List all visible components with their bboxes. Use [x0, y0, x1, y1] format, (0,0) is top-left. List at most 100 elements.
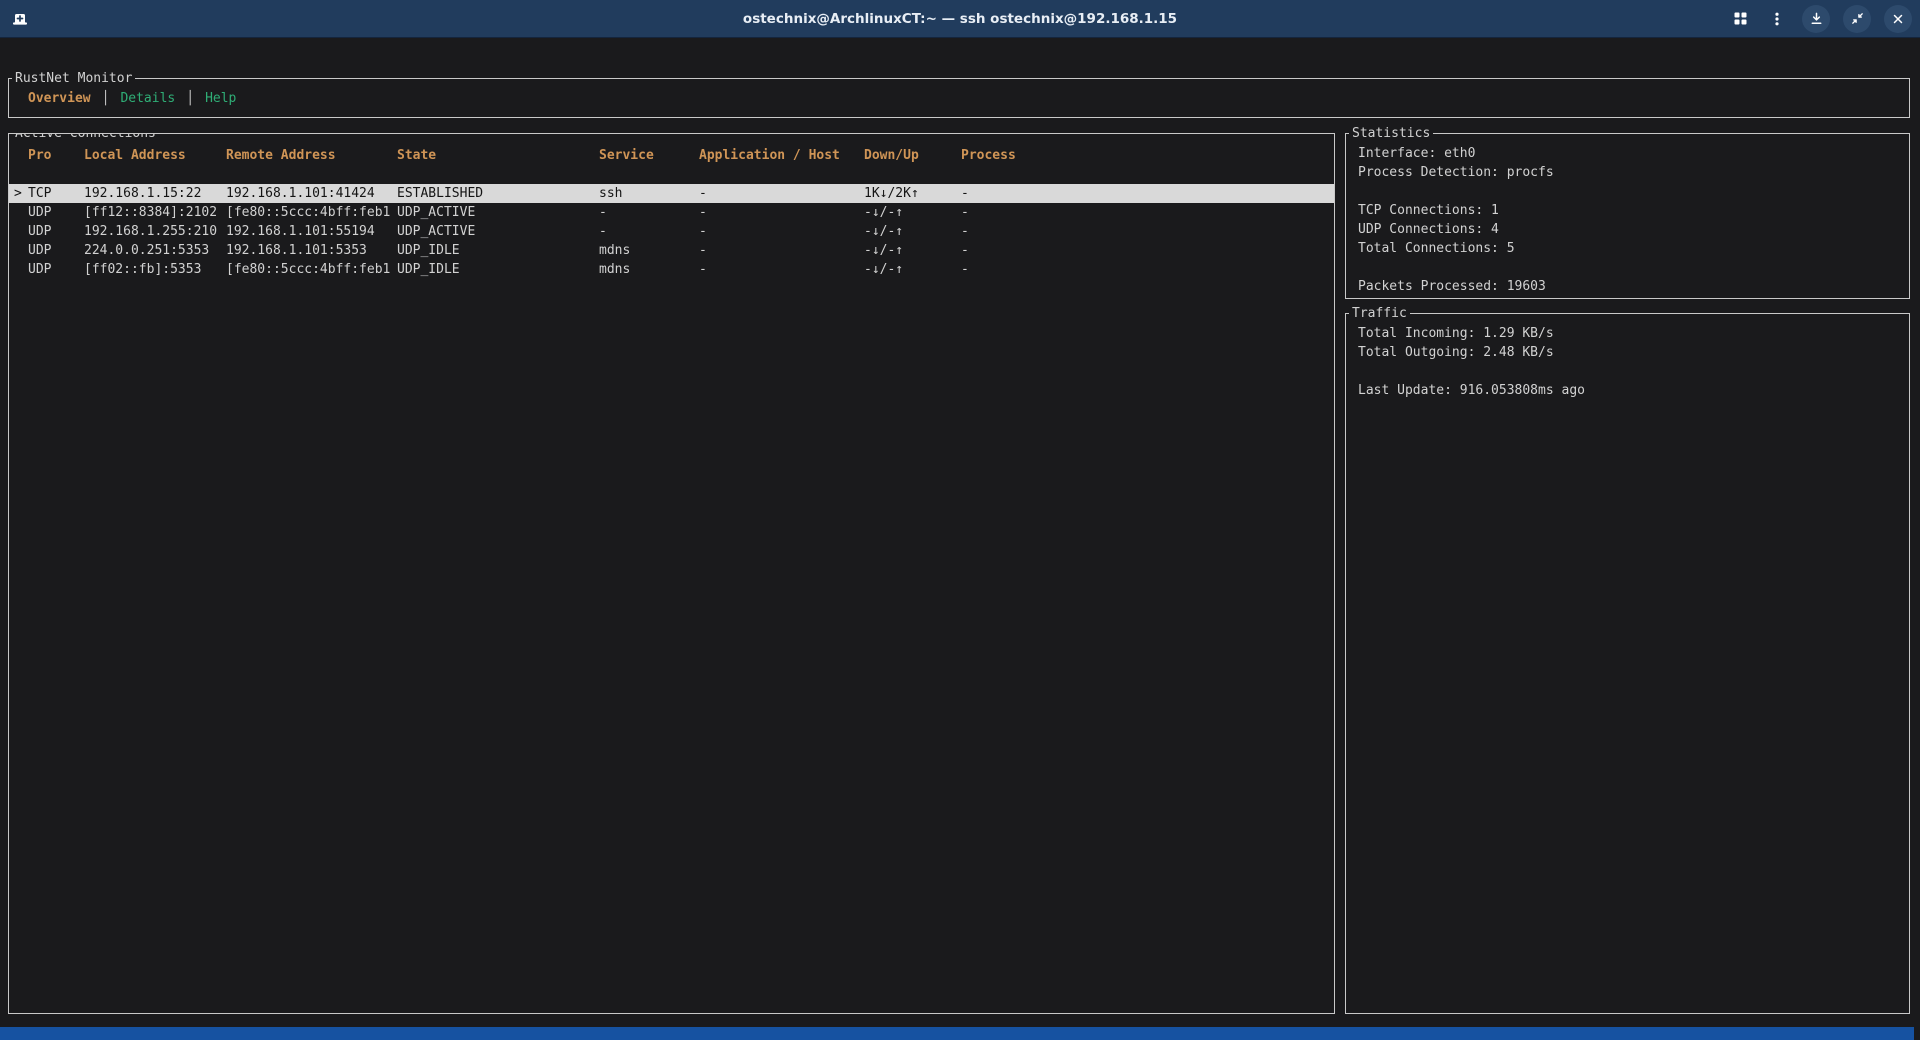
- text-line: TCP Connections: 1: [1358, 201, 1909, 220]
- text-line: Packets Processed: 19603: [1358, 277, 1909, 296]
- tabs-overview-button[interactable]: [1728, 7, 1752, 31]
- cell-state: ESTABLISHED: [397, 184, 483, 203]
- cell-state: UDP_IDLE: [397, 260, 460, 279]
- cell-remote: 192.168.1.101:5353: [226, 241, 367, 260]
- text-line: [1358, 182, 1909, 201]
- cell-down_up: -↓/-↑: [864, 241, 903, 260]
- cell-down_up: -↓/-↑: [864, 203, 903, 222]
- header-spacer: [9, 165, 1334, 184]
- cell-service: mdns: [599, 241, 630, 260]
- download-button[interactable]: [1802, 5, 1830, 33]
- cell-local: 192.168.1.255:210: [84, 222, 217, 241]
- connection-row[interactable]: UDP [ff02::fb]:5353 [fe80::5ccc:4bff:feb1 U…: [9, 260, 1334, 279]
- app-title: RustNet Monitor: [12, 69, 135, 88]
- tab-overview[interactable]: Overview: [28, 91, 91, 106]
- cell-local: [ff12::8384]:2102: [84, 203, 217, 222]
- cell-remote: [fe80::5ccc:4bff:feb1: [226, 203, 390, 222]
- traffic-lines: Total Incoming: 1.29 KB/sTotal Outgoing:…: [1358, 324, 1909, 400]
- text-line: Interface: eth0: [1358, 144, 1909, 163]
- cell-pro: UDP: [28, 241, 51, 260]
- text-line: Total Incoming: 1.29 KB/s: [1358, 324, 1909, 343]
- cell-process: -: [961, 203, 969, 222]
- text-line: Total Outgoing: 2.48 KB/s: [1358, 343, 1909, 362]
- cell-local: 192.168.1.15:22: [84, 184, 201, 203]
- tab-details[interactable]: Details: [120, 91, 175, 106]
- grid-icon: [1733, 11, 1748, 26]
- cell-state: UDP_IDLE: [397, 241, 460, 260]
- column-header: Pro: [28, 146, 51, 165]
- statistics-panel-title: Statistics: [1349, 124, 1433, 143]
- text-line: Total Connections: 5: [1358, 239, 1909, 258]
- app-tabs-panel: RustNet Monitor Overview│Details│Help: [8, 78, 1910, 118]
- tab-help[interactable]: Help: [205, 91, 236, 106]
- tab-divider: │: [186, 91, 194, 106]
- right-column: Statistics Interface: eth0Process Detect…: [1345, 133, 1910, 1014]
- cell-process: -: [961, 260, 969, 279]
- cell-app_host: -: [699, 184, 707, 203]
- text-line: [1358, 258, 1909, 277]
- kebab-menu-icon: [1769, 11, 1785, 27]
- column-header: Service: [599, 146, 654, 165]
- connection-row[interactable]: UDP 192.168.1.255:210 192.168.1.101:55194 U…: [9, 222, 1334, 241]
- connections-header: Pro Local Address Remote Address State Servi…: [9, 146, 1334, 165]
- new-tab-icon: [10, 11, 30, 27]
- column-header: Down/Up: [864, 146, 919, 165]
- cell-process: -: [961, 222, 969, 241]
- connection-row[interactable]: > TCP 192.168.1.15:22 192.168.1.101:41424 ES…: [9, 184, 1334, 203]
- text-line: Process Detection: procfs: [1358, 163, 1909, 182]
- cell-process: -: [961, 241, 969, 260]
- cell-local: [ff02::fb]:5353: [84, 260, 201, 279]
- connections-panel: Active Connections Pro Local Address Remot…: [8, 133, 1335, 1014]
- download-icon: [1809, 11, 1824, 26]
- cell-service: ssh: [599, 184, 622, 203]
- column-header: Local Address: [84, 146, 186, 165]
- text-line: UDP Connections: 4: [1358, 220, 1909, 239]
- cell-pro: UDP: [28, 203, 51, 222]
- cell-down_up: 1K↓/2K↑: [864, 184, 919, 203]
- statistics-panel: Statistics Interface: eth0Process Detect…: [1345, 133, 1910, 299]
- cell-remote: [fe80::5ccc:4bff:feb1: [226, 260, 390, 279]
- column-header: Process: [961, 146, 1016, 165]
- status-bar: Press 'h' for help | '/' to filter & nav…: [0, 1027, 1914, 1040]
- statistics-lines: Interface: eth0Process Detection: procfs…: [1358, 144, 1909, 296]
- terminal-screen: RustNet Monitor Overview │ Details │ Help Ac…: [0, 38, 1920, 1040]
- row-selector-icon: >: [14, 184, 22, 203]
- cell-service: -: [599, 222, 607, 241]
- cell-pro: TCP: [28, 184, 51, 203]
- column-header: State: [397, 146, 436, 165]
- connections-rows: > TCP 192.168.1.15:22 192.168.1.101:41424 ES…: [9, 184, 1334, 279]
- cell-local: 224.0.0.251:5353: [84, 241, 209, 260]
- menu-button[interactable]: [1765, 7, 1789, 31]
- text-line: [1358, 362, 1909, 381]
- cell-process: -: [961, 184, 969, 203]
- cell-app_host: -: [699, 260, 707, 279]
- cell-remote: 192.168.1.101:41424: [226, 184, 375, 203]
- cell-service: mdns: [599, 260, 630, 279]
- cell-state: UDP_ACTIVE: [397, 203, 475, 222]
- window-title: ostechnix@ArchlinuxCT:~ — ssh ostechnix@…: [0, 11, 1920, 27]
- cell-remote: 192.168.1.101:55194: [226, 222, 375, 241]
- new-tab-button[interactable]: [8, 7, 32, 31]
- restore-window-button[interactable]: [1843, 5, 1871, 33]
- cell-pro: UDP: [28, 222, 51, 241]
- cell-down_up: -↓/-↑: [864, 260, 903, 279]
- cell-service: -: [599, 203, 607, 222]
- restore-icon: [1850, 11, 1865, 26]
- tab-bar: Overview │ Details │ Help: [9, 79, 1909, 117]
- cell-app_host: -: [699, 241, 707, 260]
- connection-row[interactable]: UDP [ff12::8384]:2102 [fe80::5ccc:4bff:feb…: [9, 203, 1334, 222]
- tab-divider: │: [102, 91, 110, 106]
- traffic-panel: Traffic Total Incoming: 1.29 KB/sTotal O…: [1345, 313, 1910, 1014]
- close-icon: [1891, 12, 1905, 26]
- text-line: Last Update: 916.053808ms ago: [1358, 381, 1909, 400]
- cell-pro: UDP: [28, 260, 51, 279]
- column-header: Remote Address: [226, 146, 336, 165]
- connections-panel-title: Active Connections: [12, 133, 159, 143]
- column-header: Application / Host: [699, 146, 840, 165]
- cell-app_host: -: [699, 203, 707, 222]
- cell-state: UDP_ACTIVE: [397, 222, 475, 241]
- traffic-panel-title: Traffic: [1349, 304, 1410, 323]
- close-window-button[interactable]: [1884, 5, 1912, 33]
- connection-row[interactable]: UDP 224.0.0.251:5353 192.168.1.101:5353 UDP…: [9, 241, 1334, 260]
- main-area: Active Connections Pro Local Address Remot…: [8, 133, 1910, 1014]
